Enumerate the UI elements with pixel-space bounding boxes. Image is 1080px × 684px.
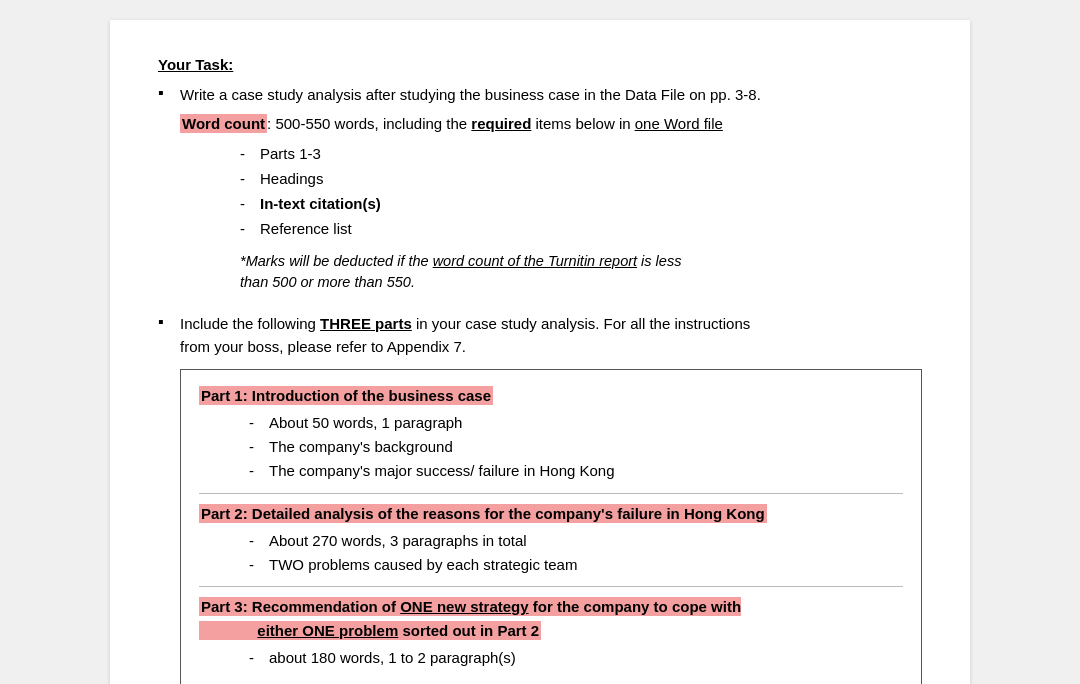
list-item: - about 180 words, 1 to 2 paragraph(s)	[249, 646, 903, 669]
bullet-1-marker: ▪	[158, 83, 180, 294]
dash-icon: -	[249, 553, 269, 576]
list-item-text: In-text citation(s)	[260, 192, 381, 215]
one-word-file: one Word file	[635, 115, 723, 132]
divider	[199, 586, 903, 587]
bullet-1-list: - Parts 1-3 - Headings - In-text citatio…	[240, 142, 922, 241]
part-2-label: Part 2: Detailed analysis of the reasons…	[199, 504, 767, 523]
part-1-heading: Part 1: Introduction of the business cas…	[199, 384, 903, 407]
dash-icon: -	[240, 167, 260, 190]
part-2-section: Part 2: Detailed analysis of the reasons…	[199, 502, 903, 577]
bullet-2-content: Include the following THREE parts in you…	[180, 312, 922, 684]
list-item-text: About 50 words, 1 paragraph	[269, 411, 462, 434]
part-3-list: - about 180 words, 1 to 2 paragraph(s)	[249, 646, 903, 669]
part-3-heading: Part 3: Recommendation of ONE new strate…	[199, 595, 903, 642]
divider	[199, 493, 903, 494]
list-item-text: Reference list	[260, 217, 352, 240]
three-text: THREE	[320, 315, 371, 332]
part-2-heading: Part 2: Detailed analysis of the reasons…	[199, 502, 903, 525]
bullet-1-section: ▪ Write a case study analysis after stud…	[158, 83, 922, 294]
parts-box: Part 1: Introduction of the business cas…	[180, 369, 922, 685]
part-2-list: - About 270 words, 3 paragraphs in total…	[249, 529, 903, 577]
list-item: - In-text citation(s)	[240, 192, 922, 215]
bullet-1-content: Write a case study analysis after studyi…	[180, 83, 922, 294]
list-item-text: The company's major success/ failure in …	[269, 459, 615, 482]
list-item: - Parts 1-3	[240, 142, 922, 165]
list-item: - Reference list	[240, 217, 922, 240]
part-1-list: - About 50 words, 1 paragraph - The comp…	[249, 411, 903, 483]
dash-icon: -	[249, 435, 269, 458]
note-text-pre: *Marks will be deducted if the	[240, 253, 433, 269]
word-count-label: Word count	[180, 114, 267, 133]
part-1-label: Part 1: Introduction of the business cas…	[199, 386, 493, 405]
list-item: - Headings	[240, 167, 922, 190]
page: Your Task: ▪ Write a case study analysis…	[110, 20, 970, 684]
bullet-2-pre: Include the following	[180, 315, 320, 332]
list-item-text: Parts 1-3	[260, 142, 321, 165]
part-3-label: Part 3: Recommendation of ONE new strate…	[199, 597, 741, 639]
list-item-text: About 270 words, 3 paragraphs in total	[269, 529, 527, 552]
dash-icon: -	[249, 646, 269, 669]
your-task-heading: Your Task:	[158, 56, 922, 73]
list-item: - TWO problems caused by each strategic …	[249, 553, 903, 576]
part-3-section: Part 3: Recommendation of ONE new strate…	[199, 595, 903, 669]
list-item: - The company's major success/ failure i…	[249, 459, 903, 482]
bullet-2-section: ▪ Include the following THREE parts in y…	[158, 312, 922, 684]
dash-icon: -	[249, 459, 269, 482]
dash-icon: -	[240, 142, 260, 165]
word-count-colon: : 500-550 words, including the	[267, 115, 471, 132]
bullet-2-marker: ▪	[158, 312, 180, 684]
marks-note: *Marks will be deducted if the word coun…	[240, 251, 922, 295]
dash-icon: -	[240, 217, 260, 240]
list-item-text: about 180 words, 1 to 2 paragraph(s)	[269, 646, 516, 669]
required-text: required	[471, 115, 531, 132]
word-count-line: Word count: 500-550 words, including the…	[180, 112, 922, 135]
write-text: Write a case study analysis after studyi…	[180, 86, 761, 103]
dash-icon: -	[249, 411, 269, 434]
list-item: - About 270 words, 3 paragraphs in total	[249, 529, 903, 552]
list-item-text: TWO problems caused by each strategic te…	[269, 553, 577, 576]
list-item-text: The company's background	[269, 435, 453, 458]
note-underline-text: word count of the Turnitin report	[433, 253, 637, 269]
bullet-1-main-text: Write a case study analysis after studyi…	[180, 83, 922, 106]
part-1-section: Part 1: Introduction of the business cas…	[199, 384, 903, 483]
dash-icon: -	[240, 192, 260, 215]
list-item: - The company's background	[249, 435, 903, 458]
list-item: - About 50 words, 1 paragraph	[249, 411, 903, 434]
list-item-text: Headings	[260, 167, 323, 190]
dash-icon: -	[249, 529, 269, 552]
word-count-suffix: items below in	[531, 115, 634, 132]
parts-text: parts	[371, 315, 412, 332]
